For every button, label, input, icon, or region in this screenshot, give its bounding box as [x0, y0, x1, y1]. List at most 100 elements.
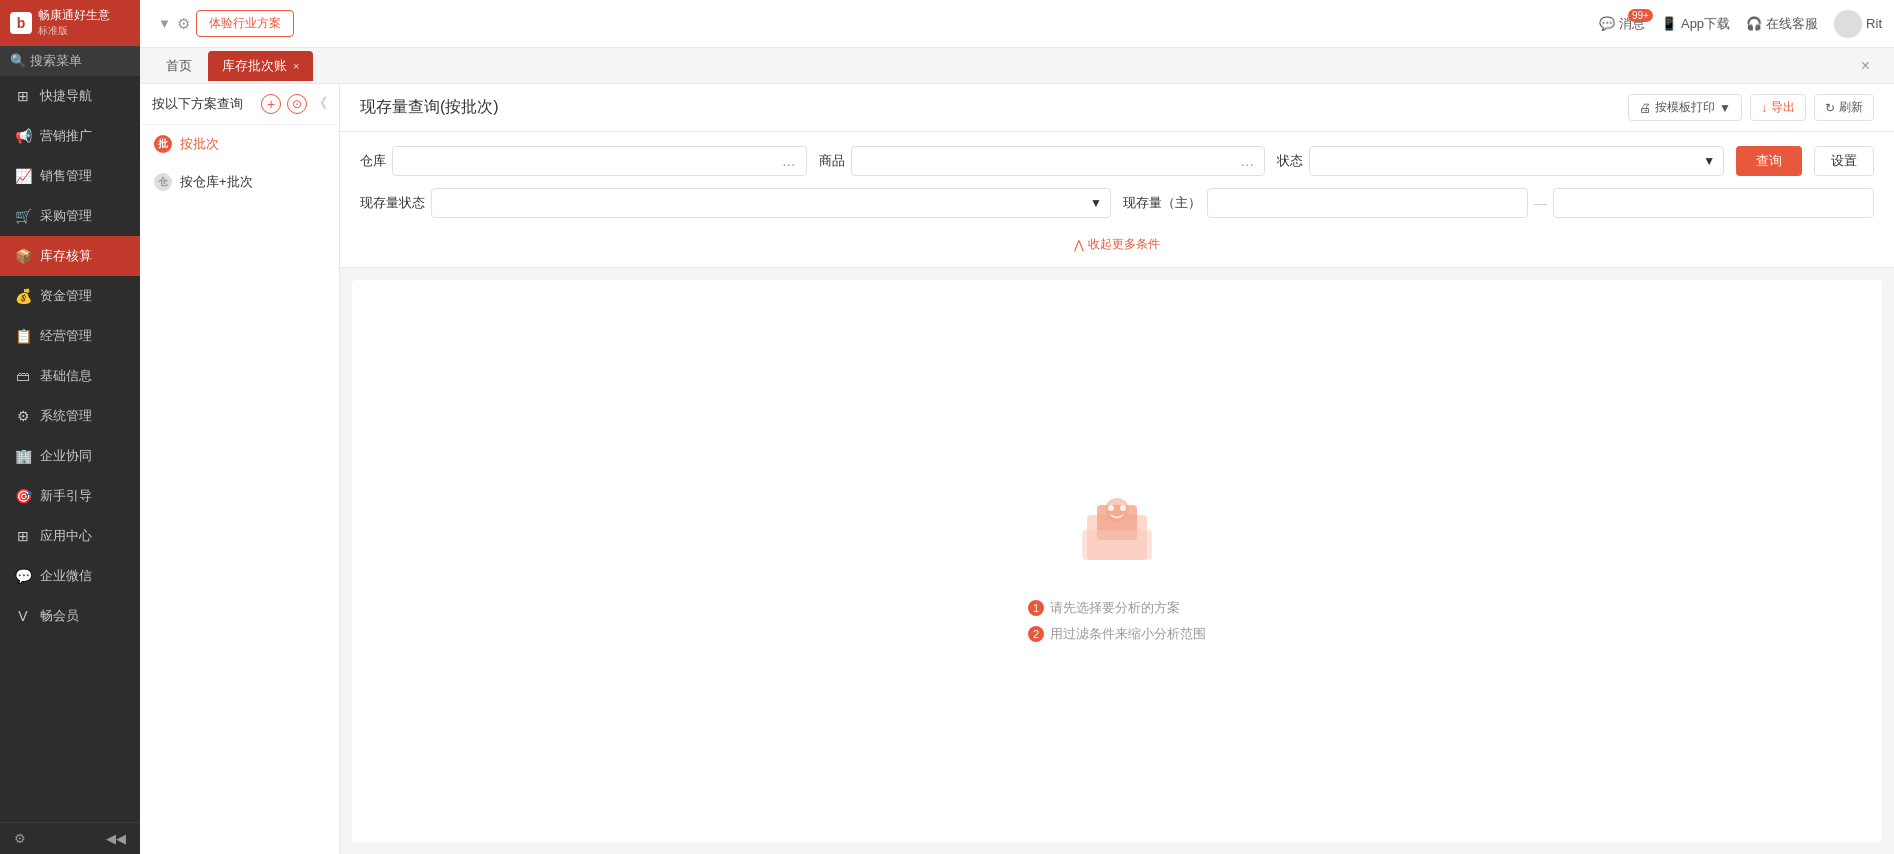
sidebar-item-operation[interactable]: 📋 经营管理	[0, 316, 140, 356]
inventory-status-label: 现存量状态	[360, 194, 425, 212]
basic-icon: 🗃	[14, 367, 32, 385]
sidebar-search[interactable]: 🔍 搜索菜单	[0, 46, 140, 76]
tabs-bar: 首页 库存批次账 × ×	[140, 48, 1894, 84]
qty-max-input[interactable]	[1553, 188, 1874, 218]
system-icon: ⚙	[14, 407, 32, 425]
print-icon: 🖨	[1639, 101, 1651, 115]
warehouse-dots: …	[782, 153, 798, 169]
sidebar-nav: ⊞ 快捷导航 📢 营销推广 📈 销售管理 🛒 采购管理 📦 库存核算 💰 资金管…	[0, 76, 140, 822]
sidebar-item-system[interactable]: ⚙ 系统管理	[0, 396, 140, 436]
query-btn[interactable]: 查询	[1736, 146, 1802, 176]
app-download-label: App下载	[1681, 15, 1730, 33]
product-input[interactable]: …	[851, 146, 1266, 176]
inv-status-chevron-icon: ▼	[1090, 196, 1102, 210]
sidebar-item-guide[interactable]: 🎯 新手引导	[0, 476, 140, 516]
sidebar-label-finance: 资金管理	[40, 287, 92, 305]
sidebar-item-apps[interactable]: ⊞ 应用中心	[0, 516, 140, 556]
sidebar-label-wechat: 企业微信	[40, 567, 92, 585]
sidebar-item-marketing[interactable]: 📢 营销推广	[0, 116, 140, 156]
topbar-gear-icon[interactable]: ⚙	[177, 15, 190, 33]
plan-label-by-batch: 按批次	[180, 135, 219, 153]
sidebar-footer: ⚙ ◀◀	[0, 822, 140, 854]
export-btn[interactable]: ↓ 导出	[1750, 94, 1806, 121]
settings-plan-btn[interactable]: ⊙	[287, 94, 307, 114]
sidebar-item-quick-nav[interactable]: ⊞ 快捷导航	[0, 76, 140, 116]
sidebar-label-marketing: 营销推广	[40, 127, 92, 145]
online-service-btn[interactable]: 🎧 在线客服	[1746, 15, 1818, 33]
export-icon: ↓	[1761, 101, 1767, 115]
app-download-icon: 📱	[1661, 16, 1677, 31]
qty-label: 现存量（主）	[1123, 194, 1201, 212]
plan-item-by-warehouse-batch[interactable]: 仓 按仓库+批次	[140, 163, 339, 201]
sidebar-item-inventory[interactable]: 📦 库存核算	[0, 236, 140, 276]
topbar-right: 💬 消息 99+ 📱 App下载 🎧 在线客服 Rit	[1599, 10, 1882, 38]
left-panel: 按以下方案查询 + ⊙ 《 批 按批次 仓 按仓库+批次	[140, 84, 340, 854]
collapse-sidebar-icon[interactable]: ◀◀	[106, 831, 126, 846]
page-header-actions: 🖨 按模板打印 ▼ ↓ 导出 ↻ 刷新	[1628, 94, 1874, 121]
filter-group-qty: 现存量（主） —	[1123, 188, 1874, 218]
sidebar-label-purchase: 采购管理	[40, 207, 92, 225]
export-label: 导出	[1771, 99, 1795, 116]
print-btn[interactable]: 🖨 按模板打印 ▼	[1628, 94, 1742, 121]
plan-icon-gray: 仓	[154, 173, 172, 191]
sidebar-item-purchase[interactable]: 🛒 采购管理	[0, 196, 140, 236]
tip2-number: 2	[1028, 626, 1044, 642]
sidebar-label-guide: 新手引导	[40, 487, 92, 505]
warehouse-input[interactable]: …	[392, 146, 807, 176]
add-plan-btn[interactable]: +	[261, 94, 281, 114]
search-label: 搜索菜单	[30, 52, 82, 70]
sidebar-label-basic: 基础信息	[40, 367, 92, 385]
tip2-text: 用过滤条件来缩小分析范围	[1050, 621, 1206, 647]
messages-btn[interactable]: 💬 消息 99+	[1599, 15, 1645, 33]
sidebar-item-basic[interactable]: 🗃 基础信息	[0, 356, 140, 396]
collapse-filter-btn[interactable]: ⋀ 收起更多条件	[360, 230, 1874, 253]
close-all-btn[interactable]: ×	[1849, 57, 1882, 75]
topbar-dropdown-icon[interactable]: ▼	[158, 16, 171, 31]
sidebar-item-enterprise[interactable]: 🏢 企业协同	[0, 436, 140, 476]
print-dropdown-icon: ▼	[1719, 101, 1731, 115]
user-name: Rit	[1866, 16, 1882, 31]
sidebar-label-operation: 经营管理	[40, 327, 92, 345]
sidebar-label-vip: 畅会员	[40, 607, 79, 625]
svg-rect-5	[1082, 530, 1152, 560]
filter-area: 仓库 … 商品 … 状态	[340, 132, 1894, 268]
sidebar-item-vip[interactable]: V 畅会员	[0, 596, 140, 636]
warehouse-label: 仓库	[360, 152, 386, 170]
quick-nav-icon: ⊞	[14, 87, 32, 105]
status-select[interactable]: ▼	[1309, 146, 1724, 176]
filter-group-inv-status: 现存量状态 ▼	[360, 188, 1111, 218]
qty-min-input[interactable]	[1207, 188, 1528, 218]
plan-label-by-warehouse-batch: 按仓库+批次	[180, 173, 253, 191]
page-title: 现存量查询(按批次)	[360, 97, 499, 118]
tab-close-icon[interactable]: ×	[293, 60, 299, 72]
inventory-status-select[interactable]: ▼	[431, 188, 1111, 218]
plan-item-by-batch[interactable]: 批 按批次	[140, 125, 339, 163]
settings-footer-icon[interactable]: ⚙	[14, 831, 26, 846]
refresh-label: 刷新	[1839, 99, 1863, 116]
app-download-btn[interactable]: 📱 App下载	[1661, 15, 1730, 33]
sidebar-item-finance[interactable]: 💰 资金管理	[0, 276, 140, 316]
page-header: 现存量查询(按批次) 🖨 按模板打印 ▼ ↓ 导出 ↻ 刷新	[340, 84, 1894, 132]
operation-icon: 📋	[14, 327, 32, 345]
collapse-up-icon: ⋀	[1074, 238, 1084, 252]
sales-icon: 📈	[14, 167, 32, 185]
empty-tips: 1 请先选择要分析的方案 2 用过滤条件来缩小分析范围	[1028, 595, 1206, 647]
tab-inventory-batch[interactable]: 库存批次账 ×	[208, 51, 313, 81]
app-name: 畅康通好生意	[38, 8, 110, 24]
empty-svg	[1067, 475, 1167, 575]
purchase-icon: 🛒	[14, 207, 32, 225]
app-logo: b	[10, 12, 32, 34]
settings-btn[interactable]: 设置	[1814, 146, 1874, 176]
user-menu[interactable]: Rit	[1834, 10, 1882, 38]
status-chevron-icon: ▼	[1703, 154, 1715, 168]
collapse-panel-btn[interactable]: 《	[313, 95, 327, 113]
tab-home[interactable]: 首页	[152, 51, 206, 81]
experience-btn[interactable]: 体验行业方案	[196, 10, 294, 37]
app-version: 标准版	[38, 24, 110, 38]
print-label: 按模板打印	[1655, 99, 1715, 116]
svg-point-4	[1120, 505, 1126, 511]
refresh-btn[interactable]: ↻ 刷新	[1814, 94, 1874, 121]
sidebar-item-wechat[interactable]: 💬 企业微信	[0, 556, 140, 596]
vip-icon: V	[14, 607, 32, 625]
sidebar-item-sales[interactable]: 📈 销售管理	[0, 156, 140, 196]
